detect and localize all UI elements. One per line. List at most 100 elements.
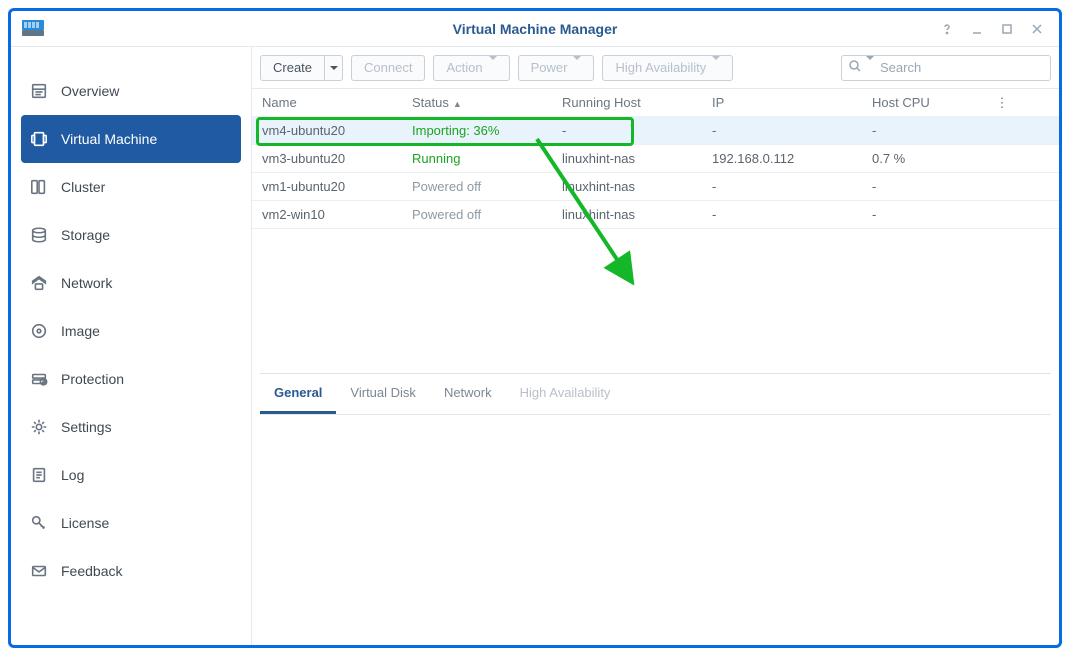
cell-status: Running — [412, 151, 562, 166]
sidebar-item-feedback[interactable]: Feedback — [11, 547, 251, 595]
log-icon — [29, 465, 49, 485]
overview-icon — [29, 81, 49, 101]
connect-label: Connect — [364, 60, 412, 75]
minimize-button[interactable] — [963, 19, 991, 39]
cell-name: vm3-ubuntu20 — [262, 151, 412, 166]
sidebar-item-log[interactable]: Log — [11, 451, 251, 499]
tab-virtual-disk[interactable]: Virtual Disk — [336, 374, 430, 414]
search-box[interactable] — [841, 55, 1051, 81]
sidebar-item-image[interactable]: Image — [11, 307, 251, 355]
tab-general[interactable]: General — [260, 374, 336, 414]
network-icon — [29, 273, 49, 293]
window-title: Virtual Machine Manager — [453, 21, 618, 37]
table-row[interactable]: vm4-ubuntu20 Importing: 36% - - - — [252, 117, 1059, 145]
sidebar-item-label: Settings — [61, 419, 112, 435]
cell-cpu: - — [872, 207, 992, 222]
table-row[interactable]: vm2-win10 Powered off linuxhint-nas - - — [252, 201, 1059, 229]
gear-icon — [29, 417, 49, 437]
cell-status: Powered off — [412, 179, 562, 194]
cell-ip: 192.168.0.112 — [712, 151, 872, 166]
sidebar-item-label: Image — [61, 323, 100, 339]
sidebar-item-storage[interactable]: Storage — [11, 211, 251, 259]
cell-cpu: - — [872, 123, 992, 138]
search-icon — [848, 59, 862, 76]
sidebar-item-cluster[interactable]: Cluster — [11, 163, 251, 211]
sidebar-item-label: License — [61, 515, 109, 531]
storage-icon — [29, 225, 49, 245]
title-bar: Virtual Machine Manager — [11, 11, 1059, 47]
sidebar-item-label: Cluster — [61, 179, 105, 195]
vm-icon — [29, 129, 49, 149]
cell-ip: - — [712, 179, 872, 194]
cell-status: Powered off — [412, 207, 562, 222]
search-input[interactable] — [878, 59, 1058, 76]
cell-cpu: - — [872, 179, 992, 194]
chevron-down-icon — [573, 60, 581, 75]
sidebar-item-label: Overview — [61, 83, 119, 99]
table-row[interactable]: vm1-ubuntu20 Powered off linuxhint-nas -… — [252, 173, 1059, 201]
main-panel: Create Connect Action Power High Availab… — [251, 47, 1059, 645]
sidebar-item-settings[interactable]: Settings — [11, 403, 251, 451]
ha-button[interactable]: High Availability — [602, 55, 733, 81]
create-label: Create — [261, 60, 324, 75]
sidebar-item-overview[interactable]: Overview — [11, 67, 251, 115]
sidebar-item-label: Feedback — [61, 563, 122, 579]
th-status[interactable]: Status ▲ — [412, 95, 562, 110]
table-header-row: Name Status ▲ Running Host IP Host CPU ⋮ — [252, 89, 1059, 117]
power-label: Power — [531, 60, 568, 75]
app-window: Virtual Machine Manager Overview Virtual… — [8, 8, 1062, 648]
chevron-down-icon[interactable] — [866, 60, 874, 75]
sidebar: Overview Virtual Machine Cluster Storage… — [11, 47, 251, 645]
app-icon — [21, 19, 45, 40]
toolbar: Create Connect Action Power High Availab… — [252, 47, 1059, 89]
protection-icon — [29, 369, 49, 389]
th-status-label: Status — [412, 95, 449, 110]
sidebar-item-label: Storage — [61, 227, 110, 243]
th-running-host[interactable]: Running Host — [562, 95, 712, 110]
cell-host: - — [562, 123, 712, 138]
ha-label: High Availability — [615, 60, 706, 75]
sidebar-item-virtual-machine[interactable]: Virtual Machine — [21, 115, 241, 163]
cell-host: linuxhint-nas — [562, 179, 712, 194]
sidebar-item-license[interactable]: License — [11, 499, 251, 547]
cell-host: linuxhint-nas — [562, 207, 712, 222]
cell-host: linuxhint-nas — [562, 151, 712, 166]
th-host-cpu[interactable]: Host CPU — [872, 95, 992, 110]
connect-button[interactable]: Connect — [351, 55, 425, 81]
sort-asc-icon: ▲ — [453, 99, 462, 109]
sidebar-item-protection[interactable]: Protection — [11, 355, 251, 403]
close-button[interactable] — [1023, 19, 1051, 39]
sidebar-item-label: Log — [61, 467, 84, 483]
action-button[interactable]: Action — [433, 55, 509, 81]
cell-cpu: 0.7 % — [872, 151, 992, 166]
cell-status: Importing: 36% — [412, 123, 562, 138]
cluster-icon — [29, 177, 49, 197]
th-more[interactable]: ⋮ — [992, 95, 1012, 111]
cell-name: vm1-ubuntu20 — [262, 179, 412, 194]
key-icon — [29, 513, 49, 533]
power-button[interactable]: Power — [518, 55, 595, 81]
details-pane: General Virtual Disk Network High Availa… — [260, 373, 1051, 645]
chevron-down-icon — [712, 60, 720, 75]
th-ip[interactable]: IP — [712, 95, 872, 110]
detail-tabs: General Virtual Disk Network High Availa… — [260, 374, 1051, 414]
action-label: Action — [446, 60, 482, 75]
image-icon — [29, 321, 49, 341]
help-button[interactable] — [933, 19, 961, 39]
content: Name Status▲ Running Host IP Host CPU ⋮ … — [252, 89, 1059, 645]
sidebar-item-label: Protection — [61, 371, 124, 387]
vm-table: Name Status▲ Running Host IP Host CPU ⋮ … — [252, 89, 1059, 229]
sidebar-item-label: Network — [61, 275, 112, 291]
chevron-down-icon — [489, 60, 497, 75]
create-button[interactable]: Create — [260, 55, 343, 81]
sidebar-item-network[interactable]: Network — [11, 259, 251, 307]
maximize-button[interactable] — [993, 19, 1021, 39]
cell-name: vm4-ubuntu20 — [262, 123, 412, 138]
tab-high-availability[interactable]: High Availability — [506, 374, 625, 414]
th-name[interactable]: Name — [262, 95, 412, 110]
chevron-down-icon[interactable] — [324, 56, 342, 80]
sidebar-item-label: Virtual Machine — [61, 131, 157, 147]
mail-icon — [29, 561, 49, 581]
tab-network[interactable]: Network — [430, 374, 506, 414]
table-row[interactable]: vm3-ubuntu20 Running linuxhint-nas 192.1… — [252, 145, 1059, 173]
